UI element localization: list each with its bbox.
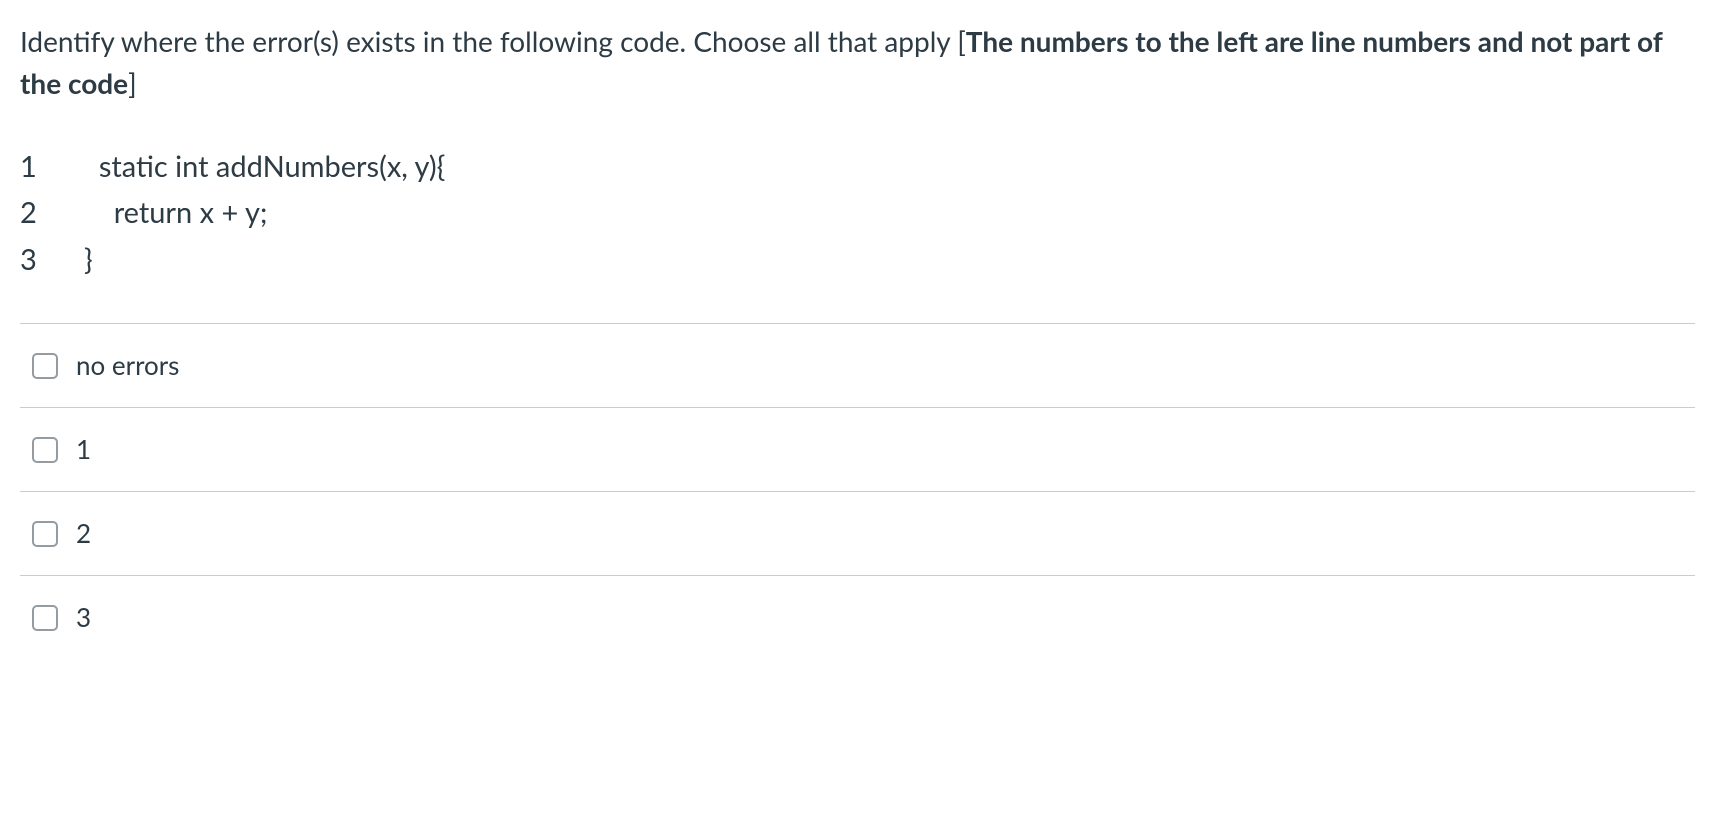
- answer-list: no errors 1 2 3: [20, 323, 1695, 659]
- prompt-text-end: ]: [128, 66, 137, 100]
- answer-option-no-errors[interactable]: no errors: [20, 324, 1695, 408]
- code-line: 3 }: [20, 237, 1695, 283]
- answer-option-2[interactable]: 2: [20, 492, 1695, 576]
- answer-label: 2: [76, 514, 91, 553]
- prompt-text-plain: Identify where the error(s) exists in th…: [20, 24, 966, 58]
- line-number: 3: [20, 237, 84, 283]
- line-number: 1: [20, 144, 84, 190]
- code-content: return x + y;: [84, 190, 268, 236]
- answer-label: no errors: [76, 346, 179, 385]
- code-block: 1 static int addNumbers(x, y){ 2 return …: [20, 144, 1695, 283]
- question-prompt: Identify where the error(s) exists in th…: [20, 20, 1695, 104]
- code-line: 2 return x + y;: [20, 190, 1695, 236]
- answer-option-1[interactable]: 1: [20, 408, 1695, 492]
- answer-label: 3: [76, 598, 91, 637]
- checkbox-icon[interactable]: [32, 437, 58, 463]
- checkbox-icon[interactable]: [32, 605, 58, 631]
- answer-option-3[interactable]: 3: [20, 576, 1695, 659]
- checkbox-icon[interactable]: [32, 353, 58, 379]
- checkbox-icon[interactable]: [32, 521, 58, 547]
- answer-label: 1: [76, 430, 91, 469]
- code-content: static int addNumbers(x, y){: [84, 144, 445, 190]
- code-content: }: [84, 237, 93, 283]
- code-line: 1 static int addNumbers(x, y){: [20, 144, 1695, 190]
- line-number: 2: [20, 190, 84, 236]
